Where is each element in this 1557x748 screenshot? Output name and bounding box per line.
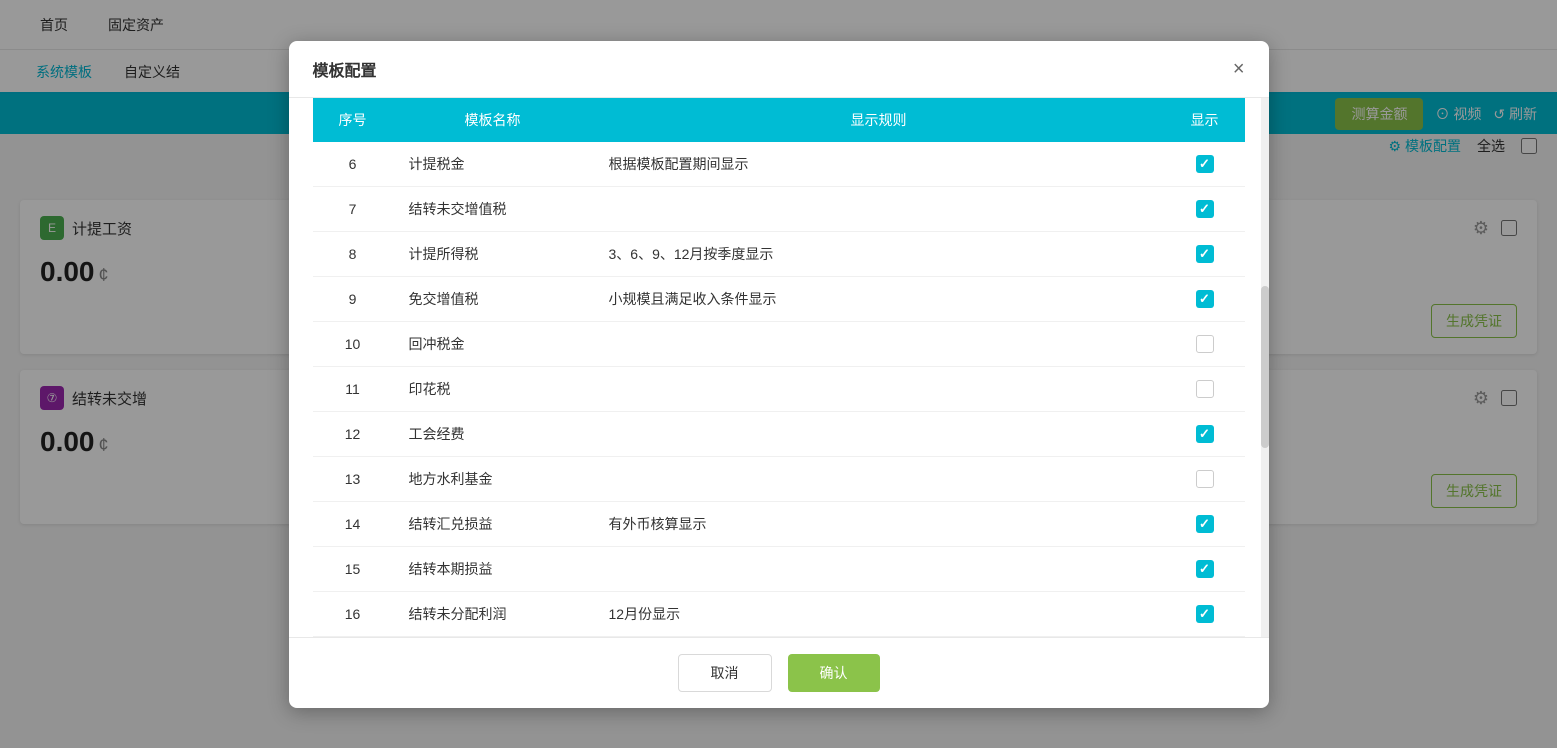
cell-checkbox bbox=[1165, 186, 1245, 231]
checkbox-checked[interactable] bbox=[1196, 605, 1214, 623]
cell-checkbox bbox=[1165, 411, 1245, 456]
cell-checkbox bbox=[1165, 456, 1245, 501]
cell-name: 结转汇兑损益 bbox=[393, 501, 593, 546]
cell-name: 结转未交增值税 bbox=[393, 186, 593, 231]
table-row: 11印花税 bbox=[313, 366, 1245, 411]
cell-rule: 有外币核算显示 bbox=[593, 501, 1165, 546]
cell-id: 8 bbox=[313, 231, 393, 276]
col-header-rule: 显示规则 bbox=[593, 98, 1165, 142]
checkbox-unchecked[interactable] bbox=[1196, 335, 1214, 353]
checkbox-checked[interactable] bbox=[1196, 290, 1214, 308]
cancel-button[interactable]: 取消 bbox=[678, 654, 772, 692]
cell-name: 印花税 bbox=[393, 366, 593, 411]
cell-rule bbox=[593, 186, 1165, 231]
checkbox-checked[interactable] bbox=[1196, 245, 1214, 263]
cell-rule: 小规模且满足收入条件显示 bbox=[593, 276, 1165, 321]
cell-name: 结转本期损益 bbox=[393, 546, 593, 591]
cell-rule: 根据模板配置期间显示 bbox=[593, 142, 1165, 187]
cell-name: 回冲税金 bbox=[393, 321, 593, 366]
checkbox-checked[interactable] bbox=[1196, 155, 1214, 173]
cell-checkbox bbox=[1165, 142, 1245, 187]
cell-rule: 12月份显示 bbox=[593, 591, 1165, 636]
config-table: 序号 模板名称 显示规则 显示 6计提税金根据模板配置期间显示7结转未交增值税8… bbox=[313, 98, 1245, 637]
cell-rule bbox=[593, 321, 1165, 366]
cell-id: 15 bbox=[313, 546, 393, 591]
table-row: 15结转本期损益 bbox=[313, 546, 1245, 591]
modal-footer: 取消 确认 bbox=[289, 637, 1269, 708]
scrollbar-track bbox=[1261, 98, 1269, 637]
table-row: 10回冲税金 bbox=[313, 321, 1245, 366]
cell-rule bbox=[593, 366, 1165, 411]
checkbox-unchecked[interactable] bbox=[1196, 470, 1214, 488]
cell-name: 地方水利基金 bbox=[393, 456, 593, 501]
cell-checkbox bbox=[1165, 366, 1245, 411]
col-header-name: 模板名称 bbox=[393, 98, 593, 142]
checkbox-checked[interactable] bbox=[1196, 200, 1214, 218]
cell-checkbox bbox=[1165, 231, 1245, 276]
checkbox-unchecked[interactable] bbox=[1196, 380, 1214, 398]
table-body: 6计提税金根据模板配置期间显示7结转未交增值税8计提所得税3、6、9、12月按季… bbox=[313, 142, 1245, 637]
table-row: 14结转汇兑损益有外币核算显示 bbox=[313, 501, 1245, 546]
col-header-id: 序号 bbox=[313, 98, 393, 142]
table-row: 6计提税金根据模板配置期间显示 bbox=[313, 142, 1245, 187]
checkbox-checked[interactable] bbox=[1196, 560, 1214, 578]
cell-rule bbox=[593, 456, 1165, 501]
cell-id: 7 bbox=[313, 186, 393, 231]
cell-rule bbox=[593, 546, 1165, 591]
cell-rule bbox=[593, 411, 1165, 456]
cell-checkbox bbox=[1165, 276, 1245, 321]
cell-name: 工会经费 bbox=[393, 411, 593, 456]
modal-overlay: 模板配置 × 序号 模板名称 显示规则 显示 6计提税金根据模板配置期间显示7结… bbox=[0, 0, 1557, 748]
template-config-modal: 模板配置 × 序号 模板名称 显示规则 显示 6计提税金根据模板配置期间显示7结… bbox=[289, 41, 1269, 708]
cell-id: 11 bbox=[313, 366, 393, 411]
cell-id: 10 bbox=[313, 321, 393, 366]
checkbox-checked[interactable] bbox=[1196, 425, 1214, 443]
table-row: 9免交增值税小规模且满足收入条件显示 bbox=[313, 276, 1245, 321]
cell-id: 6 bbox=[313, 142, 393, 187]
modal-close-button[interactable]: × bbox=[1233, 59, 1245, 79]
cell-rule: 3、6、9、12月按季度显示 bbox=[593, 231, 1165, 276]
cell-name: 免交增值税 bbox=[393, 276, 593, 321]
table-row: 13地方水利基金 bbox=[313, 456, 1245, 501]
confirm-button[interactable]: 确认 bbox=[788, 654, 880, 692]
cell-checkbox bbox=[1165, 501, 1245, 546]
checkbox-checked[interactable] bbox=[1196, 515, 1214, 533]
table-row: 12工会经费 bbox=[313, 411, 1245, 456]
cell-id: 16 bbox=[313, 591, 393, 636]
cell-id: 14 bbox=[313, 501, 393, 546]
cell-name: 计提税金 bbox=[393, 142, 593, 187]
table-row: 16结转未分配利润12月份显示 bbox=[313, 591, 1245, 636]
table-header-row: 序号 模板名称 显示规则 显示 bbox=[313, 98, 1245, 142]
cell-checkbox bbox=[1165, 591, 1245, 636]
cell-name: 结转未分配利润 bbox=[393, 591, 593, 636]
scrollbar-thumb[interactable] bbox=[1261, 286, 1269, 448]
table-row: 7结转未交增值税 bbox=[313, 186, 1245, 231]
cell-id: 13 bbox=[313, 456, 393, 501]
modal-body: 序号 模板名称 显示规则 显示 6计提税金根据模板配置期间显示7结转未交增值税8… bbox=[289, 98, 1269, 637]
cell-checkbox bbox=[1165, 546, 1245, 591]
cell-name: 计提所得税 bbox=[393, 231, 593, 276]
modal-title: 模板配置 bbox=[313, 57, 377, 81]
cell-id: 12 bbox=[313, 411, 393, 456]
cell-id: 9 bbox=[313, 276, 393, 321]
col-header-display: 显示 bbox=[1165, 98, 1245, 142]
modal-header: 模板配置 × bbox=[289, 41, 1269, 98]
table-row: 8计提所得税3、6、9、12月按季度显示 bbox=[313, 231, 1245, 276]
cell-checkbox bbox=[1165, 321, 1245, 366]
